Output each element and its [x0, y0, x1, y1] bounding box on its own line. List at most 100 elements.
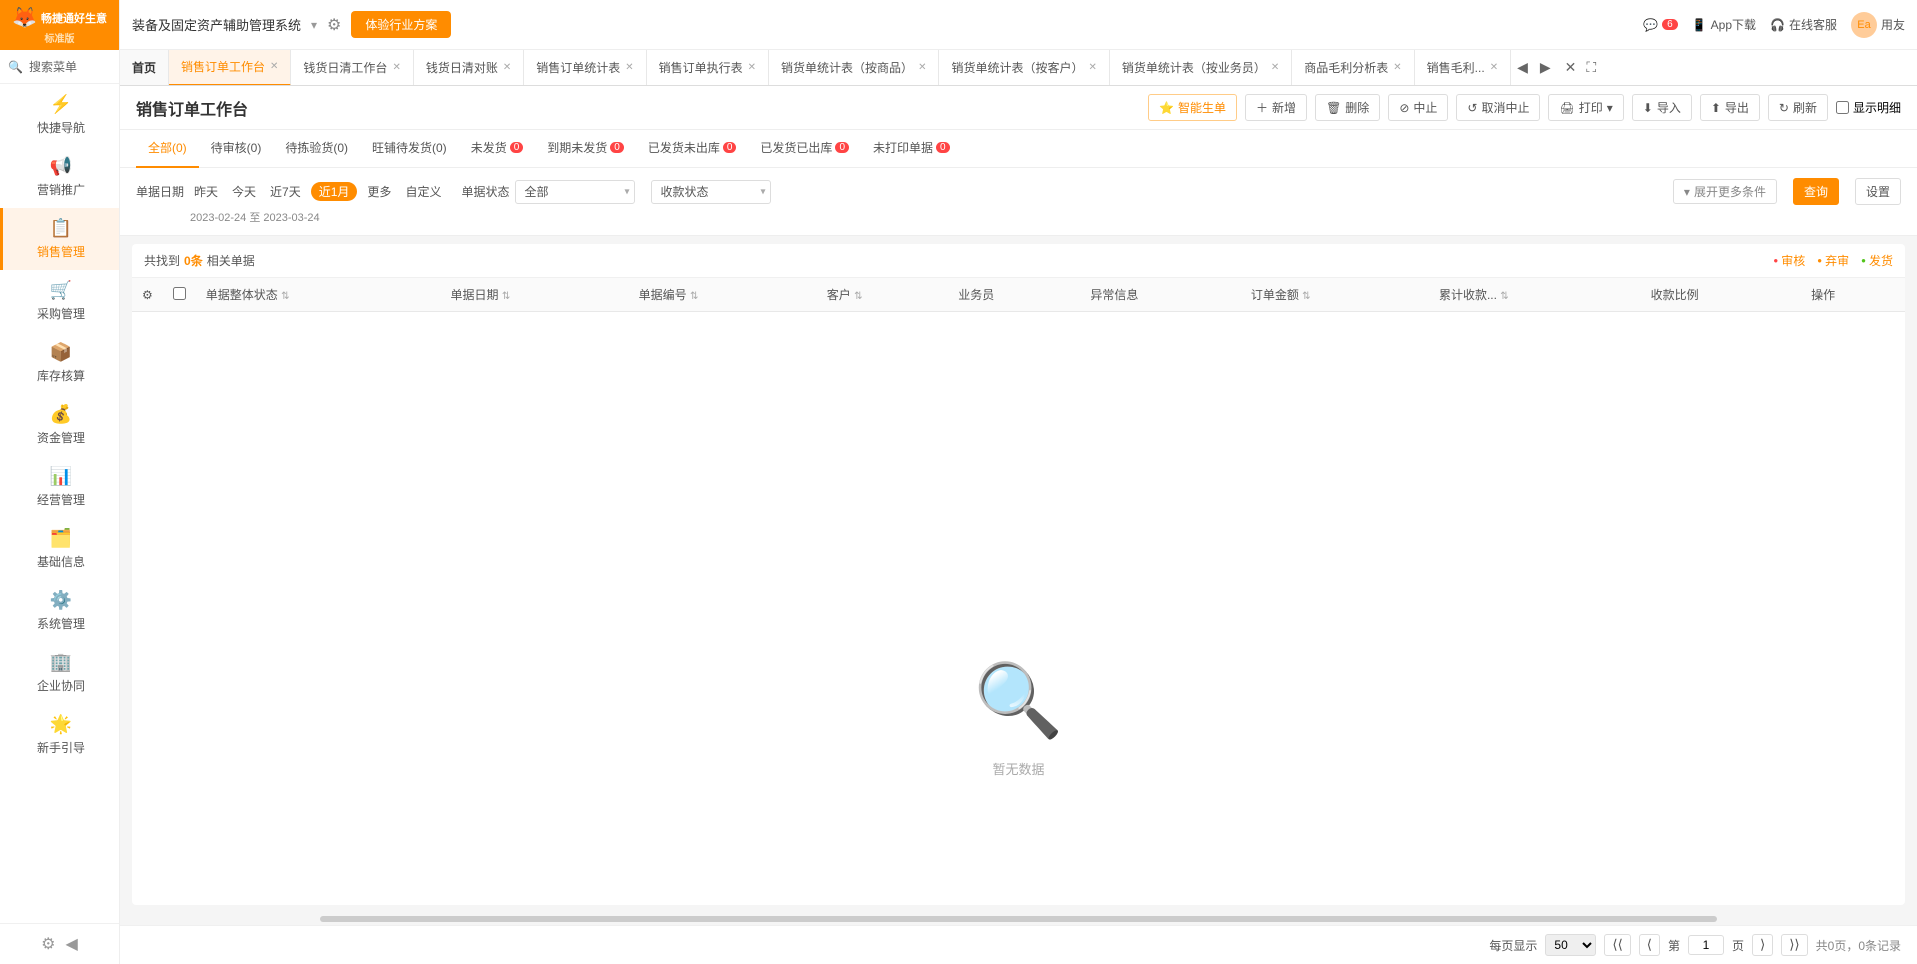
page-prev-btn[interactable]: ⟨	[1639, 934, 1660, 956]
tab-cash-reconcile[interactable]: 钱货日清对账 ✕	[414, 50, 524, 86]
export-button[interactable]: ⬆ 导出	[1700, 94, 1760, 121]
page-input[interactable]	[1688, 935, 1724, 955]
refresh-button[interactable]: ↻ 刷新	[1768, 94, 1828, 121]
cancel-audit-link[interactable]: 弃审	[1817, 252, 1849, 269]
smart-gen-button[interactable]: ⭐ 智能生单	[1148, 94, 1237, 121]
sidebar-item-purchase[interactable]: 🛒 采购管理	[0, 270, 119, 332]
tabs-fullscreen-icon[interactable]: ⛶	[1582, 57, 1600, 78]
sidebar-item-new-guide[interactable]: 🌟 新手引导	[0, 704, 119, 766]
show-detail-checkbox-label[interactable]: 显示明细	[1836, 99, 1901, 116]
sub-tab-shipped-outstocked[interactable]: 已发货已出库 0	[748, 130, 861, 168]
sub-tab-pending-review[interactable]: 待审核(0)	[199, 130, 274, 168]
tab-cash-daily[interactable]: 钱货日清工作台 ✕	[291, 50, 413, 86]
topbar-dropdown-icon[interactable]: ▾	[311, 18, 317, 32]
th-status[interactable]: 单据整体状态 ⇅	[196, 278, 441, 312]
sidebar-settings-icon[interactable]: ⚙	[41, 934, 55, 954]
filter-row: 单据日期 昨天 今天 近7天 近1月 更多 自定义 单据状态 全部	[136, 178, 1901, 205]
date-opt-more[interactable]: 更多	[363, 181, 395, 202]
tab-sales-salesperson[interactable]: 销货单统计表（按业务员） ✕	[1110, 50, 1292, 86]
page-next-btn[interactable]: ⟩	[1752, 934, 1773, 956]
message-icon-item[interactable]: 💬 6	[1643, 18, 1678, 32]
deliver-link[interactable]: 发货	[1861, 252, 1893, 269]
th-amount[interactable]: 订单金额 ⇅	[1241, 278, 1429, 312]
sub-tab-unprinted[interactable]: 未打印单据 0	[861, 130, 962, 168]
sidebar-collapse-icon[interactable]: ◀	[66, 934, 78, 954]
tab-close-sales-exec[interactable]: ✕	[748, 62, 756, 73]
table-scroll-container[interactable]: ⚙ 单据整体状态 ⇅ 单据日期 ⇅ 单据编号	[132, 278, 1905, 532]
cancel-stop-button[interactable]: ↺ 取消中止	[1456, 94, 1540, 121]
audit-link[interactable]: 审核	[1773, 252, 1805, 269]
expand-more-button[interactable]: ▾ 展开更多条件	[1673, 179, 1777, 204]
page-last-btn[interactable]: ⟩⟩	[1781, 934, 1807, 956]
sub-tab-all[interactable]: 全部(0)	[136, 130, 199, 168]
page-size-select[interactable]: 20 50 100	[1545, 934, 1596, 956]
sub-tab-pending-inspect[interactable]: 待拣验货(0)	[273, 130, 360, 168]
add-button[interactable]: ＋ 新增	[1245, 94, 1307, 121]
date-opt-yesterday[interactable]: 昨天	[190, 181, 222, 202]
sub-tab-shipped-not-outstocked[interactable]: 已发货未出库 0	[636, 130, 749, 168]
status-select[interactable]: 全部	[515, 180, 635, 204]
tab-sales-goods[interactable]: 销货单统计表（按商品） ✕	[769, 50, 939, 86]
tab-close-sales-customer[interactable]: ✕	[1088, 62, 1096, 73]
tab-close-gross-margin[interactable]: ✕	[1393, 62, 1401, 73]
tab-close-cash-daily[interactable]: ✕	[392, 62, 400, 73]
tab-close-sales-stats[interactable]: ✕	[625, 62, 633, 73]
sub-tab-unshipped[interactable]: 未发货 0	[459, 130, 536, 168]
date-opt-custom[interactable]: 自定义	[401, 181, 445, 202]
sidebar-item-enterprise[interactable]: 🏢 企业协同	[0, 642, 119, 704]
scroll-thumb[interactable]	[320, 916, 1717, 922]
sidebar-search[interactable]: 🔍 搜索菜单	[0, 50, 119, 84]
tab-sales-gross[interactable]: 销售毛利... ✕	[1415, 50, 1511, 86]
th-date[interactable]: 单据日期 ⇅	[441, 278, 629, 312]
page-first-btn[interactable]: ⟨⟨	[1604, 934, 1630, 956]
tab-sales-exec[interactable]: 销售订单执行表 ✕	[647, 50, 769, 86]
tab-close-cash-reconcile[interactable]: ✕	[503, 62, 511, 73]
import-button[interactable]: ⬇ 导入	[1632, 94, 1692, 121]
date-opt-1month[interactable]: 近1月	[311, 182, 358, 201]
tabs-prev-arrow[interactable]: ◀	[1511, 59, 1534, 76]
tab-close-sales-goods[interactable]: ✕	[918, 62, 926, 73]
th-cumulative[interactable]: 累计收款... ⇅	[1429, 278, 1641, 312]
th-salesperson[interactable]: 业务员	[948, 278, 1080, 312]
scroll-bar[interactable]	[120, 913, 1917, 925]
tab-close-sales-order[interactable]: ✕	[270, 61, 278, 72]
solution-button[interactable]: 体验行业方案	[351, 11, 451, 38]
sidebar-item-basic-info[interactable]: 🗂️ 基础信息	[0, 518, 119, 580]
tabs-close-all-icon[interactable]: ✕	[1561, 57, 1581, 78]
date-opt-7days[interactable]: 近7天	[266, 181, 305, 202]
app-download-item[interactable]: 📱 App下载	[1692, 16, 1756, 33]
user-item[interactable]: Ea 用友	[1851, 12, 1905, 38]
sidebar-item-marketing[interactable]: 📢 营销推广	[0, 146, 119, 208]
tab-sales-stats[interactable]: 销售订单统计表 ✕	[524, 50, 646, 86]
th-settings[interactable]: ⚙	[132, 278, 163, 312]
settings-button[interactable]: 设置	[1855, 178, 1901, 205]
tab-home[interactable]: 首页	[120, 50, 169, 86]
stop-button[interactable]: ⊘ 中止	[1388, 94, 1448, 121]
online-service-item[interactable]: 🎧 在线客服	[1770, 16, 1837, 33]
sub-tab-overdue-unshipped[interactable]: 到期未发货 0	[535, 130, 636, 168]
tab-close-sales-gross[interactable]: ✕	[1490, 62, 1498, 73]
query-button[interactable]: 查询	[1793, 178, 1839, 205]
sidebar-item-sales[interactable]: 📋 销售管理	[0, 208, 119, 270]
topbar-gear-icon[interactable]: ⚙	[327, 15, 341, 35]
tab-sales-order[interactable]: 销售订单工作台 ✕	[169, 50, 291, 86]
sub-tab-wangpu-deliver[interactable]: 旺铺待发货(0)	[360, 130, 459, 168]
sidebar-item-system[interactable]: ⚙️ 系统管理	[0, 580, 119, 642]
tab-sales-customer[interactable]: 销货单统计表（按客户） ✕	[939, 50, 1109, 86]
date-opt-today[interactable]: 今天	[228, 181, 260, 202]
delete-button[interactable]: 🗑 删除	[1315, 94, 1380, 121]
payment-select[interactable]: 收款状态	[651, 180, 771, 204]
tab-close-sales-salesperson[interactable]: ✕	[1271, 62, 1279, 73]
th-number[interactable]: 单据编号 ⇅	[629, 278, 817, 312]
sidebar-item-finance[interactable]: 💰 资金管理	[0, 394, 119, 456]
show-detail-checkbox[interactable]	[1836, 101, 1849, 114]
select-all-checkbox[interactable]	[173, 287, 186, 300]
tab-gross-margin[interactable]: 商品毛利分析表 ✕	[1292, 50, 1414, 86]
sidebar-item-inventory[interactable]: 📦 库存核算	[0, 332, 119, 394]
tabs-next-arrow[interactable]: ▶	[1534, 59, 1557, 76]
sidebar-item-operations[interactable]: 📊 经营管理	[0, 456, 119, 518]
th-customer[interactable]: 客户 ⇅	[817, 278, 949, 312]
sidebar-item-quick-nav[interactable]: ⚡ 快捷导航	[0, 84, 119, 146]
print-button[interactable]: 🖨 打印 ▾	[1548, 94, 1623, 121]
th-checkbox[interactable]	[163, 278, 196, 312]
